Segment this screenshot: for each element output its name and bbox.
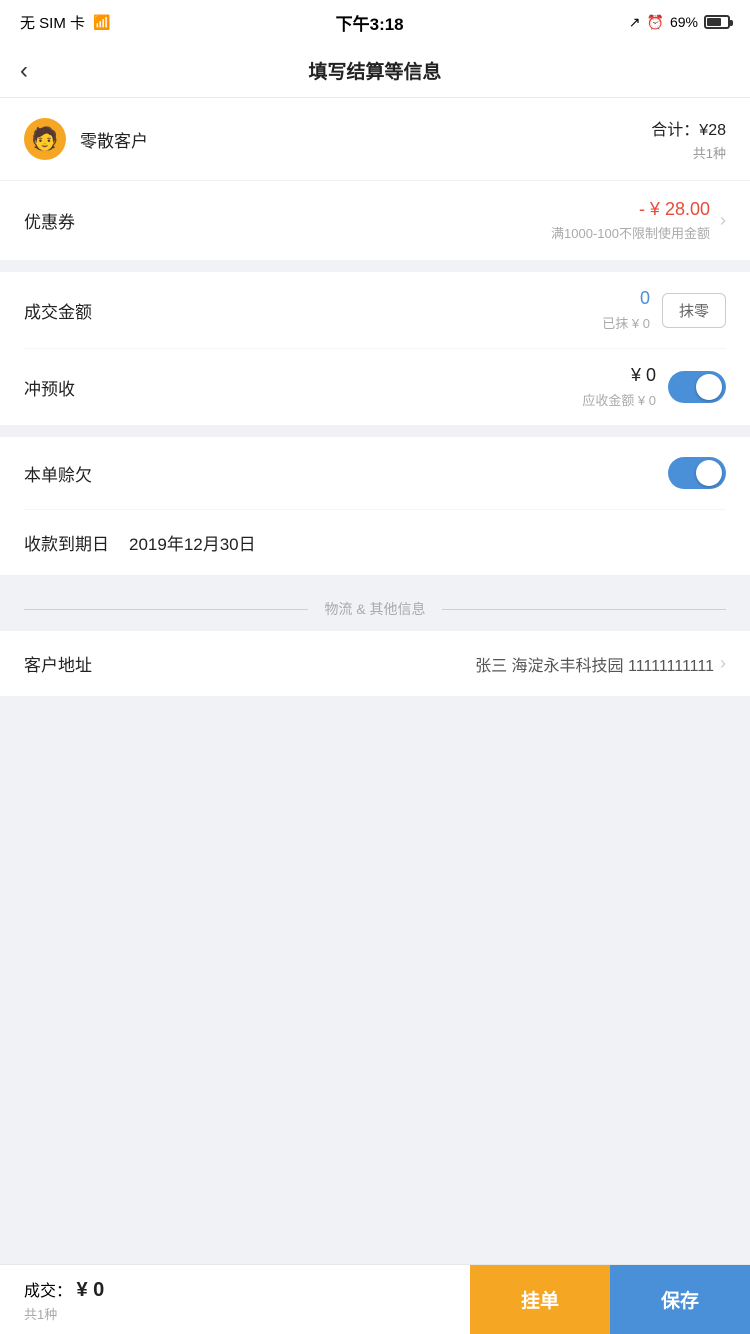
separator-label: 物流 & 其他信息 (308, 599, 441, 619)
customer-section: 🧑 零散客户 合计：¥28 共1种 优惠券 - ¥ 28.00 满1000-10… (0, 98, 750, 260)
bottom-summary-prefix: 成交： (24, 1283, 72, 1300)
nav-bar: ‹ 填写结算等信息 (0, 44, 750, 98)
debt-toggle-knob (696, 460, 722, 486)
advance-charge-value-col: ¥ 0 应收金额 ¥ 0 (582, 365, 656, 409)
customer-avatar: 🧑 (24, 118, 66, 160)
debt-label: 本单赊欠 (24, 461, 92, 486)
save-button[interactable]: 保存 (610, 1265, 750, 1334)
back-button[interactable]: ‹ (20, 57, 28, 85)
separator-line-left (24, 609, 308, 610)
due-date-value: 2019年12月30日 (129, 530, 256, 555)
address-right: 张三 海淀永丰科技园 11111111111 › (475, 652, 726, 676)
coupon-row[interactable]: 优惠券 - ¥ 28.00 满1000-100不限制使用金额 › (0, 181, 750, 260)
coupon-amount: - ¥ 28.00 (551, 199, 710, 220)
status-bar: 无 SIM 卡 📶 下午3:18 ↗ ⏰ 69% (0, 0, 750, 44)
hang-order-button[interactable]: 挂单 (470, 1265, 610, 1334)
sim-label: 无 SIM 卡 (20, 12, 85, 33)
transaction-value: 0 (602, 288, 650, 309)
separator-section: 物流 & 其他信息 (0, 587, 750, 631)
transaction-right: 0 已抹 ¥ 0 抹零 (602, 288, 726, 332)
address-chevron-icon: › (720, 653, 726, 674)
advance-charge-right: ¥ 0 应收金额 ¥ 0 (582, 365, 726, 409)
address-row[interactable]: 客户地址 张三 海淀永丰科技园 11111111111 › (0, 631, 750, 696)
customer-total: 合计：¥28 (651, 116, 726, 140)
transaction-value-col: 0 已抹 ¥ 0 (602, 288, 650, 332)
coupon-label: 优惠券 (24, 208, 75, 233)
transaction-label: 成交金额 (24, 298, 92, 323)
transaction-section: 成交金额 0 已抹 ¥ 0 抹零 冲预收 ¥ 0 应收金额 ¥ 0 (0, 272, 750, 425)
battery-icon (704, 15, 730, 29)
coupon-value-col: - ¥ 28.00 满1000-100不限制使用金额 (551, 199, 710, 242)
avatar-icon: 🧑 (31, 126, 58, 152)
transaction-sub: 已抹 ¥ 0 (602, 313, 650, 332)
wifi-icon: 📶 (93, 14, 110, 31)
bottom-count: 共1种 (24, 1304, 446, 1323)
address-value: 张三 海淀永丰科技园 11111111111 (475, 652, 714, 676)
customer-row: 🧑 零散客户 合计：¥28 共1种 (0, 98, 750, 180)
due-date-label: 收款到期日 (24, 530, 109, 555)
advance-charge-sub: 应收金额 ¥ 0 (582, 390, 656, 409)
coupon-right: - ¥ 28.00 满1000-100不限制使用金额 › (551, 199, 726, 242)
coupon-desc: 满1000-100不限制使用金额 (551, 223, 710, 242)
customer-info: 🧑 零散客户 (24, 118, 148, 160)
advance-charge-toggle[interactable] (668, 371, 726, 403)
customer-count: 共1种 (651, 143, 726, 162)
advance-charge-label: 冲预收 (24, 375, 75, 400)
debt-row: 本单赊欠 (24, 437, 726, 510)
status-time: 下午3:18 (336, 10, 404, 35)
status-left: 无 SIM 卡 📶 (20, 12, 110, 33)
separator-line-right (442, 609, 726, 610)
bottom-summary-line: 成交： ¥ 0 (24, 1277, 446, 1302)
round-zero-button[interactable]: 抹零 (662, 293, 726, 328)
advance-charge-main: ¥ 0 (582, 365, 656, 386)
advance-charge-row: 冲预收 ¥ 0 应收金额 ¥ 0 (24, 349, 726, 425)
transaction-amount-row: 成交金额 0 已抹 ¥ 0 抹零 (24, 272, 726, 349)
bottom-summary: 成交： ¥ 0 共1种 (0, 1277, 470, 1323)
debt-section: 本单赊欠 收款到期日 2019年12月30日 (0, 437, 750, 575)
address-label: 客户地址 (24, 651, 92, 676)
page-title: 填写结算等信息 (308, 57, 441, 84)
due-date-row: 收款到期日 2019年12月30日 (24, 510, 726, 575)
alarm-icon: ⏰ (647, 14, 664, 31)
status-right: ↗ ⏰ 69% (629, 14, 730, 31)
customer-summary: 合计：¥28 共1种 (651, 116, 726, 162)
battery-percent: 69% (670, 14, 698, 30)
address-section: 客户地址 张三 海淀永丰科技园 11111111111 › (0, 631, 750, 696)
debt-toggle[interactable] (668, 457, 726, 489)
bottom-bar: 成交： ¥ 0 共1种 挂单 保存 (0, 1264, 750, 1334)
toggle-knob (696, 374, 722, 400)
location-icon: ↗ (629, 14, 641, 31)
bottom-summary-amount: ¥ 0 (76, 1279, 104, 1301)
customer-name: 零散客户 (80, 127, 148, 152)
coupon-chevron-icon: › (720, 210, 726, 231)
